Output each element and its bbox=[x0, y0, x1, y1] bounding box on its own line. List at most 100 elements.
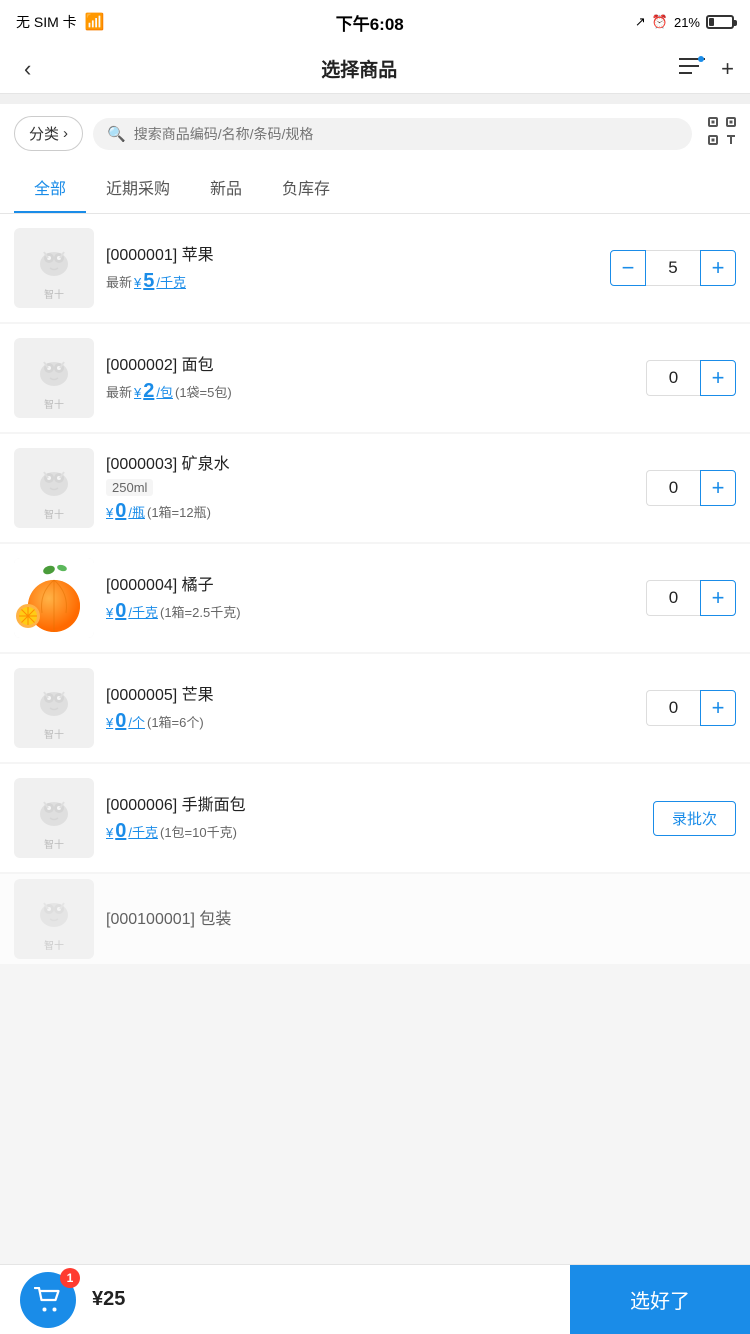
qty-input-3[interactable] bbox=[646, 470, 700, 506]
scan-icon[interactable] bbox=[708, 117, 736, 151]
qty-controls-3: + bbox=[646, 470, 736, 506]
product-image-4 bbox=[14, 558, 94, 638]
placeholder-owl: 智十 bbox=[30, 236, 78, 301]
price-currency-2: ¥ bbox=[134, 385, 141, 400]
category-button[interactable]: 分类 › bbox=[14, 116, 83, 151]
alarm-icon: ⏰ bbox=[652, 14, 668, 30]
nav-actions: + bbox=[679, 55, 734, 83]
cart-badge: 1 bbox=[60, 1268, 80, 1288]
product-info-6: [0000006] 手撕面包 ¥ 0 /千克 (1包=10千克) bbox=[106, 791, 641, 846]
product-name-5: [0000005] 芒果 bbox=[106, 681, 634, 705]
tab-all[interactable]: 全部 bbox=[14, 163, 86, 213]
price-spec-6: (1包=10千克) bbox=[160, 822, 237, 841]
cart-total: ¥25 bbox=[76, 1288, 570, 1311]
price-value-5: 0 bbox=[115, 710, 126, 733]
back-button[interactable]: ‹ bbox=[16, 52, 39, 86]
brand-label: 智十 bbox=[44, 506, 64, 521]
search-input[interactable] bbox=[134, 126, 678, 142]
price-spec-3: (1箱=12瓶) bbox=[147, 502, 211, 521]
product-info-4: [0000004] 橘子 ¥ 0 /千克 (1箱=2.5千克) bbox=[106, 571, 634, 626]
price-value-4: 0 bbox=[115, 600, 126, 623]
list-item: 智十 [0000006] 手撕面包 ¥ 0 /千克 (1包=10千克) 录批次 bbox=[0, 764, 750, 872]
carrier-label: 无 SIM 卡 bbox=[16, 12, 77, 32]
qty-input-2[interactable] bbox=[646, 360, 700, 396]
bottom-spacer bbox=[0, 966, 750, 1046]
increase-button-4[interactable]: + bbox=[700, 580, 736, 616]
increase-button-3[interactable]: + bbox=[700, 470, 736, 506]
product-info-3: [0000003] 矿泉水 250ml ¥ 0 /瓶 (1箱=12瓶) bbox=[106, 450, 634, 526]
orange-svg bbox=[14, 558, 94, 638]
add-button[interactable]: + bbox=[721, 56, 734, 82]
status-right: ↗ ⏰ 21% bbox=[635, 14, 734, 30]
list-item: 智十 [0000005] 芒果 ¥ 0 /个 (1箱=6个) + bbox=[0, 654, 750, 762]
product-image-7: 智十 bbox=[14, 879, 94, 959]
product-image-3: 智十 bbox=[14, 448, 94, 528]
qty-controls-2: + bbox=[646, 360, 736, 396]
location-icon: ↗ bbox=[635, 14, 646, 30]
qty-input-4[interactable] bbox=[646, 580, 700, 616]
price-label-2: 最新 bbox=[106, 382, 132, 401]
product-image-2: 智十 bbox=[14, 338, 94, 418]
price-unit-2: /包 bbox=[156, 382, 173, 401]
tab-new[interactable]: 新品 bbox=[190, 163, 262, 213]
page-title: 选择商品 bbox=[321, 55, 397, 82]
placeholder-owl: 智十 bbox=[30, 676, 78, 741]
qty-input-5[interactable] bbox=[646, 690, 700, 726]
battery-bar bbox=[706, 15, 734, 29]
filter-icon[interactable] bbox=[679, 55, 705, 83]
qty-input-1[interactable] bbox=[646, 250, 700, 286]
price-currency-4: ¥ bbox=[106, 605, 113, 620]
confirm-button[interactable]: 选好了 bbox=[570, 1265, 750, 1334]
product-name-7: [000100001] 包装 bbox=[106, 905, 736, 929]
product-image-6: 智十 bbox=[14, 778, 94, 858]
price-spec-4: (1箱=2.5千克) bbox=[160, 602, 241, 621]
cart-button[interactable]: 1 bbox=[20, 1272, 76, 1328]
price-value-6: 0 bbox=[115, 820, 126, 843]
price-row-5: ¥ 0 /个 (1箱=6个) bbox=[106, 710, 634, 733]
price-unit-4: /千克 bbox=[128, 602, 158, 621]
price-label-1: 最新 bbox=[106, 272, 132, 291]
brand-label: 智十 bbox=[44, 286, 64, 301]
price-value-1: 5 bbox=[143, 270, 154, 293]
product-spec-3: 250ml bbox=[106, 479, 153, 496]
price-row-6: ¥ 0 /千克 (1包=10千克) bbox=[106, 820, 641, 843]
price-currency-5: ¥ bbox=[106, 715, 113, 730]
product-image-5: 智十 bbox=[14, 668, 94, 748]
product-info-2: [0000002] 面包 最新 ¥ 2 /包 (1袋=5包) bbox=[106, 351, 634, 406]
product-name-1: [0000001] 苹果 bbox=[106, 241, 598, 265]
placeholder-owl: 智十 bbox=[30, 456, 78, 521]
battery-percent: 21% bbox=[674, 15, 700, 30]
price-value-3: 0 bbox=[115, 500, 126, 523]
qty-controls-4: + bbox=[646, 580, 736, 616]
price-unit-6: /千克 bbox=[128, 822, 158, 841]
increase-button-2[interactable]: + bbox=[700, 360, 736, 396]
brand-label: 智十 bbox=[44, 937, 64, 952]
increase-button-5[interactable]: + bbox=[700, 690, 736, 726]
product-info-5: [0000005] 芒果 ¥ 0 /个 (1箱=6个) bbox=[106, 681, 634, 736]
decrease-button-1[interactable]: − bbox=[610, 250, 646, 286]
list-item: 智十 [0000003] 矿泉水 250ml ¥ 0 /瓶 (1箱=12瓶) + bbox=[0, 434, 750, 542]
status-left: 无 SIM 卡 📶 bbox=[16, 12, 105, 32]
product-info-1: [0000001] 苹果 最新 ¥ 5 /千克 bbox=[106, 241, 598, 296]
increase-button-1[interactable]: + bbox=[700, 250, 736, 286]
list-item: 智十 [0000002] 面包 最新 ¥ 2 /包 (1袋=5包) + bbox=[0, 324, 750, 432]
list-item: [0000004] 橘子 ¥ 0 /千克 (1箱=2.5千克) + bbox=[0, 544, 750, 652]
price-spec-5: (1箱=6个) bbox=[147, 712, 204, 731]
batch-button-6[interactable]: 录批次 bbox=[653, 801, 736, 836]
brand-label: 智十 bbox=[44, 836, 64, 851]
qty-controls-1: − + bbox=[610, 250, 736, 286]
qty-controls-5: + bbox=[646, 690, 736, 726]
tab-recent[interactable]: 近期采购 bbox=[86, 163, 190, 213]
product-name-2: [0000002] 面包 bbox=[106, 351, 634, 375]
status-bar: 无 SIM 卡 📶 下午6:08 ↗ ⏰ 21% bbox=[0, 0, 750, 44]
price-row-2: 最新 ¥ 2 /包 (1袋=5包) bbox=[106, 380, 634, 403]
price-unit-5: /个 bbox=[128, 712, 145, 731]
brand-label: 智十 bbox=[44, 396, 64, 411]
cart-icon bbox=[34, 1287, 62, 1313]
tab-bar: 全部 近期采购 新品 负库存 bbox=[0, 163, 750, 214]
placeholder-owl: 智十 bbox=[30, 786, 78, 851]
tab-negative-stock[interactable]: 负库存 bbox=[262, 163, 350, 213]
price-row-4: ¥ 0 /千克 (1箱=2.5千克) bbox=[106, 600, 634, 623]
price-unit-3: /瓶 bbox=[128, 502, 145, 521]
bottom-bar: 1 ¥25 选好了 bbox=[0, 1264, 750, 1334]
